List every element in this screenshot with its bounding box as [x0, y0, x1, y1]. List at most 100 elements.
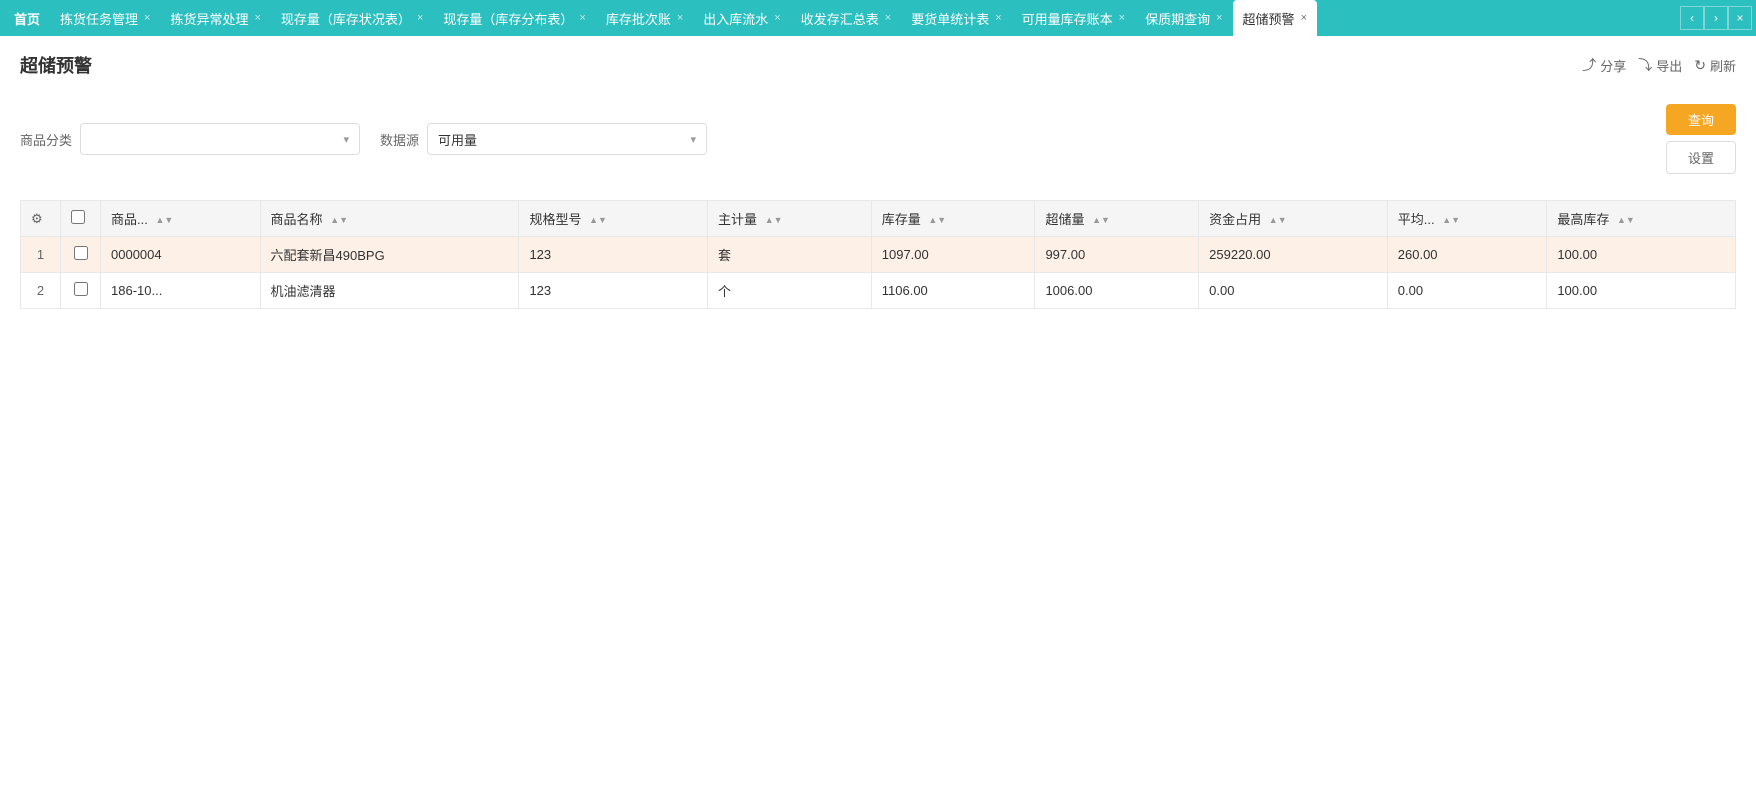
cell-product-name: 机油滤清器	[260, 273, 519, 309]
datasource-filter-group: 数据源 可用量 ▾	[380, 123, 707, 155]
header-actions: ⤴ 分享 ⤵ 导出 ↻ 刷新	[1582, 55, 1736, 75]
close-icon[interactable]: ×	[1301, 12, 1307, 24]
sort-icon: ▲▼	[765, 216, 783, 225]
close-icon[interactable]: ×	[144, 12, 150, 24]
datasource-select[interactable]: 可用量 ▾	[427, 123, 707, 155]
nav-item-recv-send[interactable]: 收发存汇总表 ×	[791, 0, 901, 36]
nav-item-inventory-dist[interactable]: 现存量（库存分布表） ×	[433, 0, 595, 36]
row-checkbox-cell[interactable]	[61, 237, 101, 273]
select-all-checkbox[interactable]	[71, 210, 85, 224]
sort-icon: ▲▼	[155, 216, 173, 225]
cell-avg: 0.00	[1387, 273, 1547, 309]
cell-stock-qty: 1106.00	[871, 273, 1035, 309]
cell-product-name: 六配套新昌490BPG	[260, 237, 519, 273]
category-filter-label: 商品分类	[20, 130, 72, 149]
row-checkbox[interactable]	[74, 282, 88, 296]
cell-capital: 259220.00	[1199, 237, 1388, 273]
nav-arrows: ‹ › ×	[1680, 6, 1752, 30]
table-row: 2 186-10... 机油滤清器 123 个 1106.00 1006.00 …	[21, 273, 1736, 309]
nav-item-inventory-batch[interactable]: 库存批次账 ×	[596, 0, 693, 36]
chevron-down-icon: ▾	[691, 133, 697, 146]
cell-unit: 个	[708, 273, 872, 309]
refresh-icon: ↻	[1694, 57, 1706, 74]
nav-more-button[interactable]: ×	[1728, 6, 1752, 30]
category-select[interactable]: ▾	[80, 123, 360, 155]
col-header-capital[interactable]: 资金占用 ▲▼	[1199, 201, 1388, 237]
row-checkbox-cell[interactable]	[61, 273, 101, 309]
sort-icon: ▲▼	[589, 216, 607, 225]
col-header-avg[interactable]: 平均... ▲▼	[1387, 201, 1547, 237]
settings-button[interactable]: 设置	[1666, 141, 1736, 174]
close-icon[interactable]: ×	[885, 12, 891, 24]
close-icon[interactable]: ×	[1119, 12, 1125, 24]
col-header-stock-qty[interactable]: 库存量 ▲▼	[871, 201, 1035, 237]
nav-item-avail-account[interactable]: 可用量库存账本 ×	[1012, 0, 1135, 36]
sort-icon: ▲▼	[1442, 216, 1460, 225]
close-icon[interactable]: ×	[254, 12, 260, 24]
nav-item-quality-check[interactable]: 保质期查询 ×	[1135, 0, 1232, 36]
page-content: 超储预警 ⤴ 分享 ⤵ 导出 ↻ 刷新 商品分类 ▾ 数据源	[0, 36, 1756, 325]
col-header-unit[interactable]: 主计量 ▲▼	[708, 201, 872, 237]
export-icon: ⤵	[1638, 55, 1652, 75]
cell-spec: 123	[519, 237, 708, 273]
page-header: 超储预警 ⤴ 分享 ⤵ 导出 ↻ 刷新	[20, 52, 1736, 78]
nav-item-inventory-status[interactable]: 现存量（库存状况表） ×	[271, 0, 433, 36]
share-icon: ⤴	[1582, 55, 1596, 75]
cell-spec: 123	[519, 273, 708, 309]
sort-icon: ▲▼	[330, 216, 348, 225]
cell-max-stock: 100.00	[1547, 237, 1736, 273]
filter-bar: 商品分类 ▾ 数据源 可用量 ▾ 查询 设置	[20, 94, 1736, 184]
close-icon[interactable]: ×	[417, 12, 423, 24]
row-number: 2	[21, 273, 61, 309]
cell-avg: 260.00	[1387, 237, 1547, 273]
cell-product-code: 186-10...	[101, 273, 261, 309]
data-table: ⚙ 商品... ▲▼ 商品名称 ▲▼ 规格型号 ▲▼ 主计	[20, 200, 1736, 309]
page-title: 超储预警	[20, 52, 92, 78]
close-icon[interactable]: ×	[677, 12, 683, 24]
sort-icon: ▲▼	[1269, 216, 1287, 225]
cell-max-stock: 100.00	[1547, 273, 1736, 309]
top-nav: 首页 拣货任务管理 × 拣货异常处理 × 现存量（库存状况表） × 现存量（库存…	[0, 0, 1756, 36]
close-icon[interactable]: ×	[1216, 12, 1222, 24]
cell-overstock-qty: 997.00	[1035, 237, 1199, 273]
datasource-filter-label: 数据源	[380, 130, 419, 149]
datasource-select-value: 可用量	[438, 130, 690, 149]
nav-item-inout-flow[interactable]: 出入库流水 ×	[693, 0, 790, 36]
nav-item-home[interactable]: 首页	[4, 0, 50, 36]
col-header-max-stock[interactable]: 最高库存 ▲▼	[1547, 201, 1736, 237]
sort-icon: ▲▼	[928, 216, 946, 225]
refresh-button[interactable]: ↻ 刷新	[1694, 56, 1736, 75]
nav-next-button[interactable]: ›	[1704, 6, 1728, 30]
nav-prev-button[interactable]: ‹	[1680, 6, 1704, 30]
query-button[interactable]: 查询	[1666, 104, 1736, 135]
col-header-spec[interactable]: 规格型号 ▲▼	[519, 201, 708, 237]
cell-stock-qty: 1097.00	[871, 237, 1035, 273]
close-icon[interactable]: ×	[995, 12, 1001, 24]
category-filter-group: 商品分类 ▾	[20, 123, 360, 155]
sort-icon: ▲▼	[1617, 216, 1635, 225]
cell-capital: 0.00	[1199, 273, 1388, 309]
filter-btn-group: 查询 设置	[1666, 104, 1736, 174]
close-icon[interactable]: ×	[579, 12, 585, 24]
nav-item-abnormal[interactable]: 拣货异常处理 ×	[160, 0, 270, 36]
sort-icon: ▲▼	[1092, 216, 1110, 225]
nav-item-order-stats[interactable]: 要货单统计表 ×	[901, 0, 1011, 36]
nav-item-overstock-warn[interactable]: 超储预警 ×	[1233, 0, 1317, 36]
close-icon[interactable]: ×	[774, 12, 780, 24]
table-row: 1 0000004 六配套新昌490BPG 123 套 1097.00 997.…	[21, 237, 1736, 273]
col-header-overstock-qty[interactable]: 超储量 ▲▼	[1035, 201, 1199, 237]
chevron-down-icon: ▾	[343, 133, 349, 146]
cell-overstock-qty: 1006.00	[1035, 273, 1199, 309]
cell-unit: 套	[708, 237, 872, 273]
share-button[interactable]: ⤴ 分享	[1582, 55, 1626, 75]
cell-product-code: 0000004	[101, 237, 261, 273]
col-header-check[interactable]	[61, 201, 101, 237]
table-header-row: ⚙ 商品... ▲▼ 商品名称 ▲▼ 规格型号 ▲▼ 主计	[21, 201, 1736, 237]
row-checkbox[interactable]	[74, 246, 88, 260]
export-button[interactable]: ⤵ 导出	[1638, 55, 1682, 75]
settings-icon[interactable]: ⚙	[31, 211, 43, 226]
nav-item-task-mgmt[interactable]: 拣货任务管理 ×	[50, 0, 160, 36]
col-header-product-code[interactable]: 商品... ▲▼	[101, 201, 261, 237]
col-header-product-name[interactable]: 商品名称 ▲▼	[260, 201, 519, 237]
col-header-settings[interactable]: ⚙	[21, 201, 61, 237]
